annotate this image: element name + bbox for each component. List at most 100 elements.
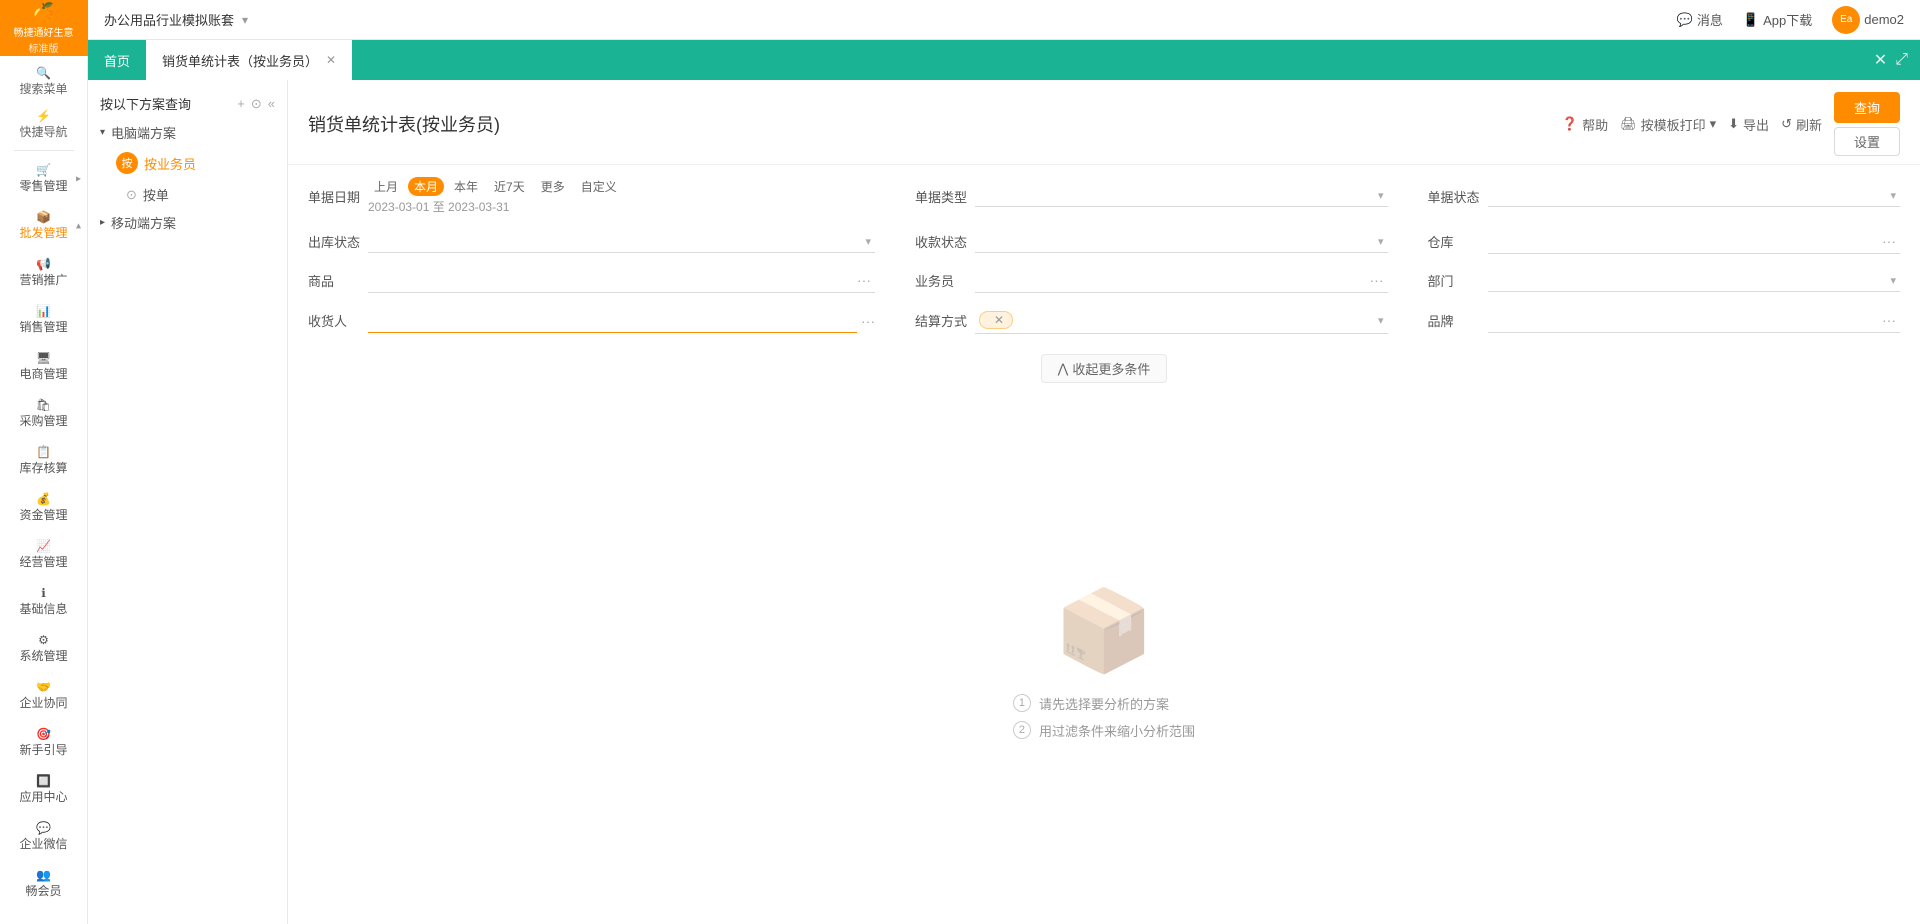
collapse-panel-icon[interactable]: « (268, 96, 275, 112)
scheme-item-by-salesman[interactable]: 按 按业务员 (88, 146, 287, 180)
finance-label: 资金管理 (19, 506, 67, 523)
sidebar-item-search[interactable]: 🔍 搜索菜单 (0, 56, 87, 103)
by-salesman-dot: 按 (116, 152, 138, 174)
sidebar-item-enterprise-wechat[interactable]: 💬 企业微信 (0, 813, 87, 860)
hint-num-1: 1 (1013, 694, 1031, 712)
product-select[interactable]: ··· (368, 268, 875, 293)
filter-brand-item: 品牌 ··· (1428, 308, 1901, 333)
scheme-group-pc: ▾ 电脑端方案 按 按业务员 ⊙ 按单 (88, 119, 287, 209)
quicknav-icon: ⚡ (36, 109, 51, 123)
settle-badge-clear[interactable]: ✕ (994, 313, 1004, 327)
page-title: 销货单统计表(按业务员) (308, 111, 500, 137)
brand-dots[interactable]: ··· (1882, 312, 1896, 328)
sidebar-item-purchase[interactable]: 🛍 采购管理 (0, 390, 87, 437)
sidebar-item-guide[interactable]: 🎯 新手引导 (0, 719, 87, 766)
tab-sales-report[interactable]: 销货单统计表（按业务员） ✕ (146, 40, 352, 80)
sidebar-item-retail[interactable]: 🛒 零售管理 ▸ (0, 155, 87, 202)
header-right: 💬 消息 📱 App下载 Ea demo2 (1677, 6, 1904, 34)
sidebar-item-system[interactable]: ⚙ 系统管理 (0, 625, 87, 672)
receiver-input[interactable] (368, 309, 857, 333)
date-btn-last-month[interactable]: 上月 (368, 177, 404, 196)
tab-home-label: 首页 (104, 51, 130, 70)
sidebar-item-member[interactable]: 👥 畅会员 (0, 860, 87, 907)
sidebar-item-finance[interactable]: 💰 资金管理 (0, 484, 87, 531)
refresh-btn[interactable]: ↺ 刷新 (1781, 115, 1822, 134)
date-btn-this-month[interactable]: 本月 (408, 177, 444, 196)
warehouse-label: 仓库 (1428, 232, 1488, 251)
receiver-dots[interactable]: ··· (861, 313, 875, 329)
query-button[interactable]: 查询 (1834, 92, 1900, 123)
settings-scheme-icon[interactable]: ⊙ (251, 96, 262, 112)
sidebar-item-collab[interactable]: 🤝 企业协同 (0, 672, 87, 719)
sidebar-item-marketing[interactable]: 📢 营销推广 (0, 249, 87, 296)
template-print-label: 按模板打印 (1641, 115, 1706, 134)
date-btns: 上月 本月 本年 近7天 更多 自定义 (368, 177, 875, 196)
wholesale-icon: 📦 (36, 210, 51, 224)
export-btn[interactable]: ⬇ 导出 (1728, 115, 1769, 134)
dept-select[interactable]: ▾ (1488, 270, 1901, 292)
add-scheme-icon[interactable]: + (237, 96, 245, 112)
doc-status-label: 单据状态 (1428, 187, 1488, 206)
message-btn[interactable]: 💬 消息 (1677, 10, 1723, 29)
left-panel: 按以下方案查询 + ⊙ « ▾ 电脑端方案 按 按业务员 (88, 80, 288, 924)
salesman-dots[interactable]: ··· (1370, 272, 1384, 288)
purchase-icon: 🛍 (36, 398, 51, 412)
sidebar-item-sales[interactable]: 📊 销售管理 (0, 296, 87, 343)
settings-button[interactable]: 设置 (1834, 127, 1900, 156)
message-label: 消息 (1697, 10, 1723, 29)
scheme-group-pc-header[interactable]: ▾ 电脑端方案 (88, 119, 287, 146)
tab-home[interactable]: 首页 (88, 40, 146, 80)
appcenter-icon: 🔲 (36, 774, 51, 788)
brand-label: 品牌 (1428, 311, 1488, 330)
warehouse-select[interactable]: ··· (1488, 229, 1901, 254)
tab-sales-report-label: 销货单统计表（按业务员） (162, 51, 318, 70)
logo-sub: 标准版 (29, 40, 59, 55)
finance-icon: 💰 (36, 492, 51, 506)
doc-type-select[interactable]: ▾ (975, 185, 1388, 207)
help-btn[interactable]: ❓ 帮助 (1562, 115, 1608, 134)
sidebar-item-inventory[interactable]: 📋 库存核算 (0, 437, 87, 484)
user-avatar-text: Ea (1840, 14, 1852, 25)
app-logo[interactable]: 🍊 畅捷通好生意 标准版 (0, 0, 88, 56)
brand-select[interactable]: ··· (1488, 308, 1901, 333)
sidebar-item-wholesale[interactable]: 📦 批发管理 ▴ (0, 202, 87, 249)
user-profile-btn[interactable]: Ea demo2 (1832, 6, 1904, 34)
settle-badge: ✕ (979, 311, 1013, 329)
app-download-btn[interactable]: 📱 App下载 (1743, 10, 1812, 29)
sidebar-item-appcenter[interactable]: 🔲 应用中心 (0, 766, 87, 813)
product-dots[interactable]: ··· (857, 272, 871, 288)
empty-illustration: 📦 (1054, 584, 1154, 678)
by-order-label: 按单 (143, 185, 169, 204)
template-print-btn[interactable]: 🖨 按模板打印 ▾ (1620, 115, 1716, 134)
export-label: 导出 (1743, 115, 1769, 134)
salesman-select[interactable]: ··· (975, 268, 1388, 293)
tab-close-all-icon[interactable]: ✕ (1874, 50, 1887, 70)
sidebar-item-ecommerce[interactable]: 🖥 电商管理 (0, 343, 87, 390)
app-download-label: App下载 (1763, 10, 1812, 29)
settle-select[interactable]: ✕ ▾ (975, 307, 1388, 334)
pay-status-select[interactable]: ▾ (975, 231, 1388, 253)
pay-status-label: 收款状态 (915, 232, 975, 251)
sidebar-item-operation[interactable]: 📈 经营管理 (0, 531, 87, 578)
sales-icon: 📊 (36, 304, 51, 318)
tab-close-icon[interactable]: ✕ (326, 53, 336, 67)
date-btn-7days[interactable]: 近7天 (488, 177, 531, 196)
operation-icon: 📈 (36, 539, 51, 553)
sidebar-item-basic-info[interactable]: ℹ 基础信息 (0, 578, 87, 625)
sidebar-item-quicknav[interactable]: ⚡ 快捷导航 (0, 103, 87, 146)
date-btn-custom[interactable]: 自定义 (575, 177, 623, 196)
warehouse-dots[interactable]: ··· (1882, 233, 1896, 249)
filter-row-1: 单据日期 上月 本月 本年 近7天 更多 自定义 20 (308, 177, 1900, 215)
scheme-group-mobile-header[interactable]: ▸ 移动端方案 (88, 209, 287, 236)
breadcrumb-dropdown-icon[interactable]: ▾ (242, 13, 248, 27)
collapse-conditions-btn[interactable]: ⋀ 收起更多条件 (1041, 354, 1168, 383)
tab-restore-icon[interactable]: ⤢ (1895, 51, 1908, 69)
date-btn-more[interactable]: 更多 (535, 177, 571, 196)
date-btn-this-year[interactable]: 本年 (448, 177, 484, 196)
scheme-sub-item-by-order[interactable]: ⊙ 按单 (88, 180, 287, 209)
ship-status-select[interactable]: ▾ (368, 231, 875, 253)
enterprise-wechat-label: 企业微信 (19, 835, 67, 852)
left-panel-title: 按以下方案查询 (100, 94, 229, 113)
ship-status-arrow: ▾ (865, 235, 871, 248)
doc-status-select[interactable]: ▾ (1488, 185, 1901, 207)
